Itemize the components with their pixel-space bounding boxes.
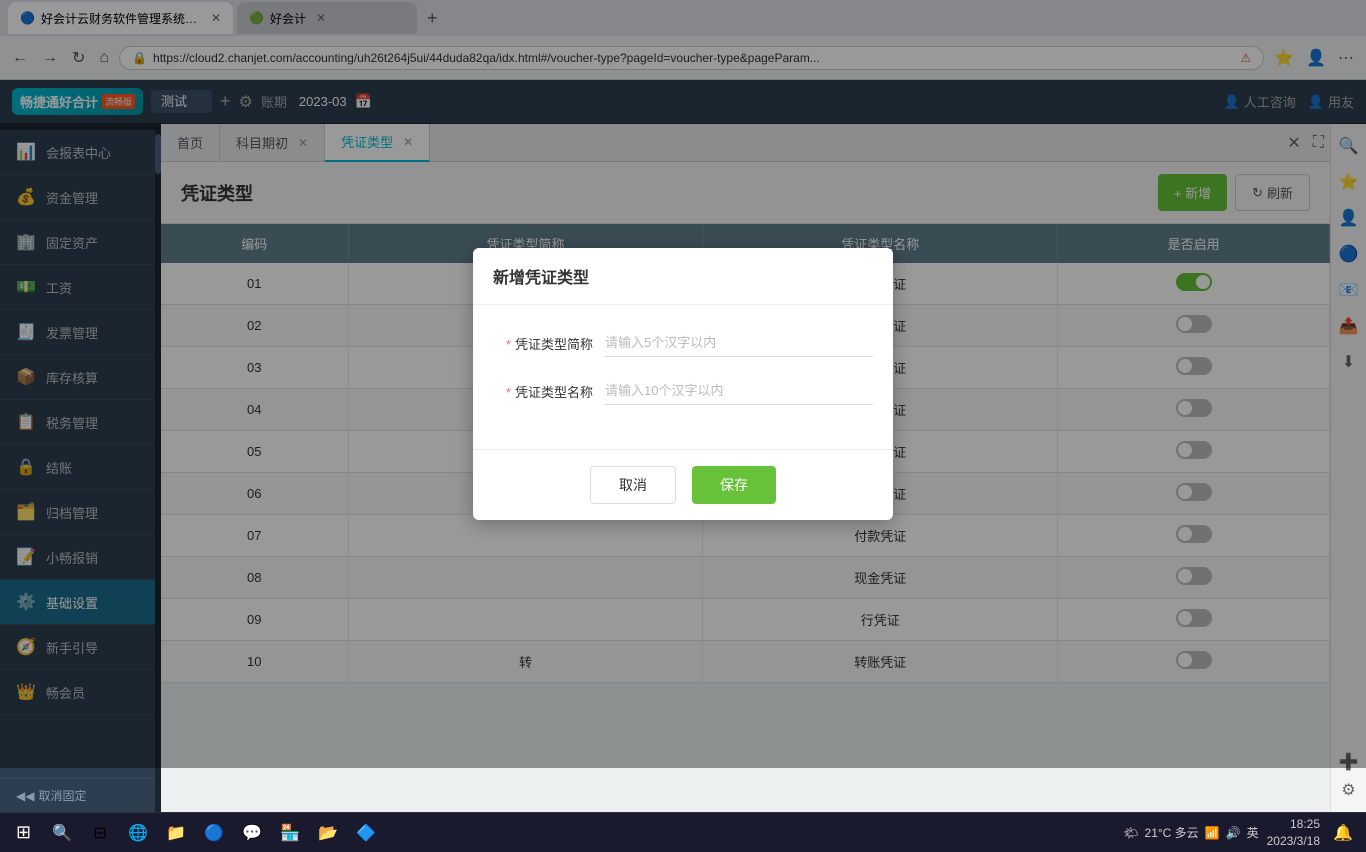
taskbar-clock[interactable]: 18:25 2023/3/18 — [1267, 816, 1320, 850]
new-voucher-dialog: 新增凭证类型 凭证类型简称 凭证类型名称 取消 保存 — [473, 248, 893, 520]
input-method[interactable]: 英 — [1247, 824, 1259, 841]
right-panel-settings[interactable]: ⚙ — [1335, 776, 1363, 804]
taskbar-edge2[interactable]: 🔷 — [351, 818, 381, 848]
form-input-short[interactable] — [605, 329, 873, 357]
form-label-short: 凭证类型简称 — [493, 334, 593, 353]
windows-taskbar: ⊞ 🔍 ⊟ 🌐 📁 🔵 💬 🏪 📂 🔷 🌤 21°C 多云 📶 🔊 英 18:2… — [0, 812, 1366, 852]
taskbar-search[interactable]: 🔍 — [47, 818, 77, 848]
cancel-button[interactable]: 取消 — [590, 466, 676, 504]
dialog-footer: 取消 保存 — [473, 449, 893, 520]
dialog-header: 新增凭证类型 — [473, 248, 893, 305]
taskbar-edge[interactable]: 🌐 — [123, 818, 153, 848]
dialog-body: 凭证类型简称 凭证类型名称 — [473, 305, 893, 449]
weather-icon: 🌤 — [1123, 826, 1138, 840]
taskbar-store[interactable]: 🏪 — [275, 818, 305, 848]
system-tray-icons: 🌤 21°C 多云 📶 🔊 英 — [1123, 824, 1258, 841]
cancel-pin-button[interactable]: ◀◀ 取消固定 — [0, 778, 155, 812]
dialog-overlay: 新增凭证类型 凭证类型简称 凭证类型名称 取消 保存 — [0, 0, 1366, 768]
network-icon: 📶 — [1205, 826, 1220, 840]
cancel-pin-arrow: ◀◀ — [16, 789, 34, 803]
taskbar-chrome[interactable]: 🔵 — [199, 818, 229, 848]
notifications-button[interactable]: 🔔 — [1328, 818, 1358, 848]
clock-date: 2023/3/18 — [1267, 833, 1320, 850]
save-button[interactable]: 保存 — [692, 466, 776, 504]
form-row-short-name: 凭证类型简称 — [493, 329, 873, 357]
taskbar-task-view[interactable]: ⊟ — [85, 818, 115, 848]
cancel-pin-label: 取消固定 — [38, 787, 86, 804]
taskbar-wechat[interactable]: 💬 — [237, 818, 267, 848]
taskbar-explorer[interactable]: 📁 — [161, 818, 191, 848]
clock-time: 18:25 — [1267, 816, 1320, 833]
weather-text: 21°C 多云 — [1145, 824, 1199, 841]
taskbar-files[interactable]: 📂 — [313, 818, 343, 848]
form-input-full[interactable] — [605, 377, 873, 405]
taskbar-system-tray: 🌤 21°C 多云 📶 🔊 英 18:25 2023/3/18 🔔 — [1123, 816, 1358, 850]
volume-icon: 🔊 — [1226, 826, 1241, 840]
form-row-full-name: 凭证类型名称 — [493, 377, 873, 405]
form-label-full: 凭证类型名称 — [493, 382, 593, 401]
start-button[interactable]: ⊞ — [8, 818, 39, 847]
dialog-title: 新增凭证类型 — [493, 270, 589, 287]
